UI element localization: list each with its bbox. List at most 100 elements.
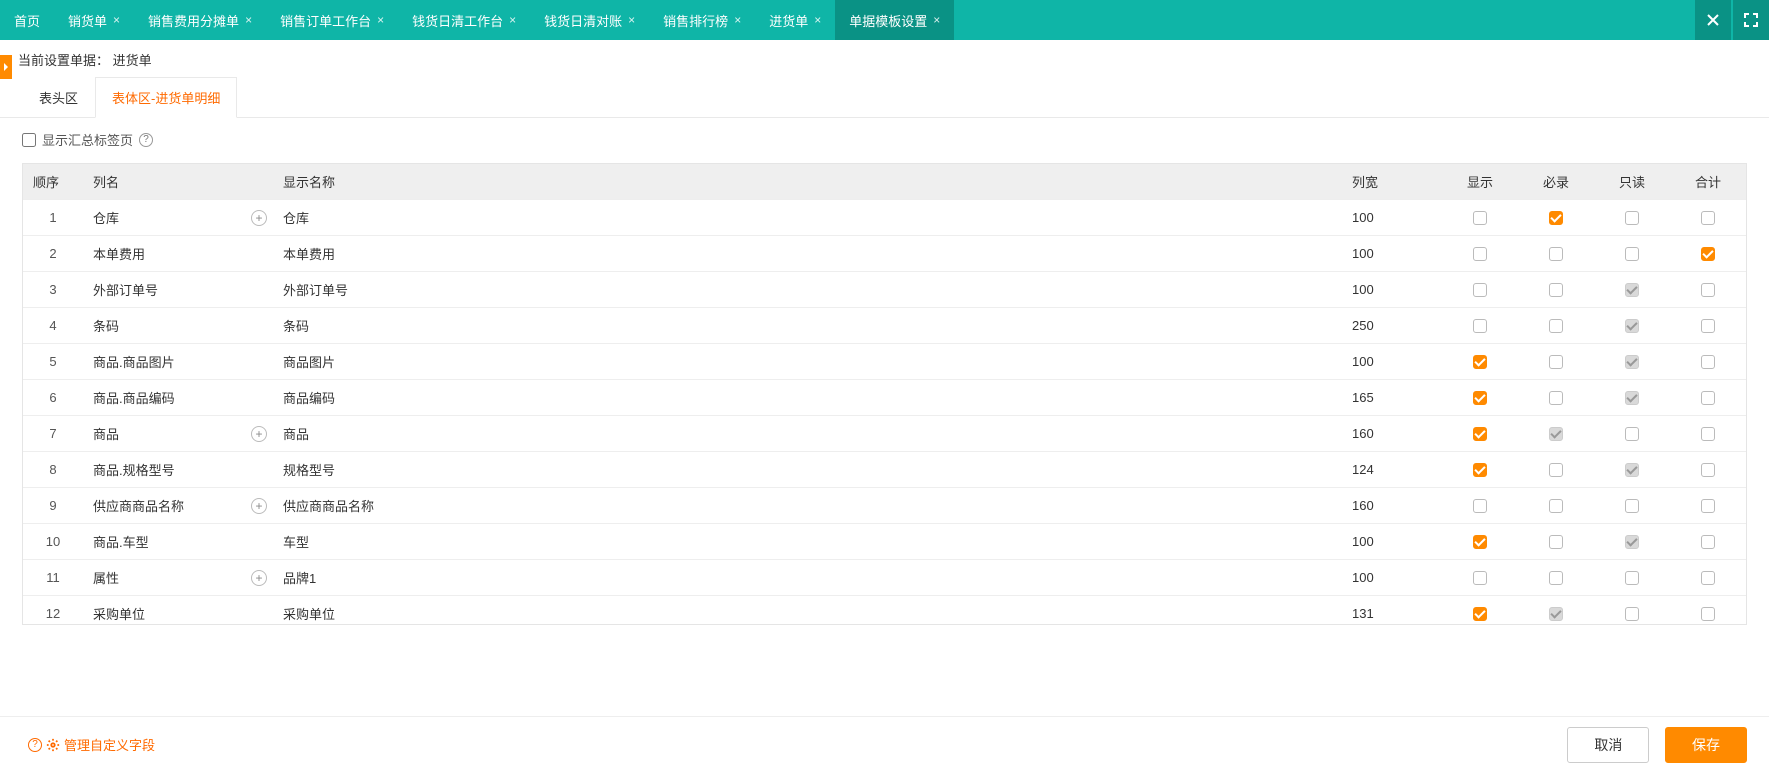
readonly-checkbox[interactable] [1625, 499, 1639, 513]
readonly-checkbox[interactable] [1625, 571, 1639, 585]
required-checkbox[interactable] [1549, 535, 1563, 549]
show-checkbox[interactable] [1473, 283, 1487, 297]
total-checkbox[interactable] [1701, 211, 1715, 225]
cell-width[interactable]: 165 [1342, 380, 1442, 416]
show-checkbox[interactable] [1473, 535, 1487, 549]
close-icon[interactable]: × [113, 13, 120, 27]
table-row[interactable]: 11属性+品牌1100 [23, 560, 1746, 596]
show-checkbox[interactable] [1473, 319, 1487, 333]
total-checkbox[interactable] [1701, 319, 1715, 333]
fullscreen-button[interactable] [1733, 0, 1769, 40]
close-icon[interactable]: × [814, 13, 821, 27]
cell-width[interactable]: 160 [1342, 416, 1442, 452]
cell-display-name[interactable]: 本单费用 [273, 236, 1342, 272]
table-row[interactable]: 2本单费用本单费用100 [23, 236, 1746, 272]
total-checkbox[interactable] [1701, 283, 1715, 297]
show-checkbox[interactable] [1473, 499, 1487, 513]
nav-tab[interactable]: 首页 [0, 0, 54, 40]
readonly-checkbox[interactable] [1625, 427, 1639, 441]
help-icon[interactable]: ? [139, 133, 153, 147]
cell-display-name[interactable]: 车型 [273, 524, 1342, 560]
cell-width[interactable]: 124 [1342, 452, 1442, 488]
cell-display-name[interactable]: 规格型号 [273, 452, 1342, 488]
close-icon[interactable]: × [245, 13, 252, 27]
show-checkbox[interactable] [1473, 571, 1487, 585]
total-checkbox[interactable] [1701, 247, 1715, 261]
sub-tab[interactable]: 表头区 [22, 77, 95, 118]
show-checkbox[interactable] [1473, 463, 1487, 477]
required-checkbox[interactable] [1549, 283, 1563, 297]
readonly-checkbox[interactable] [1625, 247, 1639, 261]
close-icon[interactable]: × [377, 13, 384, 27]
nav-tab[interactable]: 钱货日清对账× [530, 0, 649, 40]
close-icon[interactable]: × [509, 13, 516, 27]
nav-tab[interactable]: 销货单× [54, 0, 134, 40]
required-checkbox[interactable] [1549, 499, 1563, 513]
cell-width[interactable]: 100 [1342, 524, 1442, 560]
nav-tab[interactable]: 销售费用分摊单× [134, 0, 266, 40]
cell-display-name[interactable]: 条码 [273, 308, 1342, 344]
readonly-checkbox[interactable] [1625, 211, 1639, 225]
total-checkbox[interactable] [1701, 607, 1715, 621]
close-icon[interactable]: × [734, 13, 741, 27]
table-row[interactable]: 6商品.商品编码商品编码165 [23, 380, 1746, 416]
cell-display-name[interactable]: 品牌1 [273, 560, 1342, 596]
show-checkbox[interactable] [1473, 607, 1487, 621]
cell-width[interactable]: 100 [1342, 560, 1442, 596]
table-row[interactable]: 5商品.商品图片商品图片100 [23, 344, 1746, 380]
total-checkbox[interactable] [1701, 463, 1715, 477]
manage-custom-fields-link[interactable]: ? 管理自定义字段 [22, 735, 155, 754]
add-icon[interactable]: + [251, 570, 267, 586]
required-checkbox[interactable] [1549, 391, 1563, 405]
cell-width[interactable]: 100 [1342, 200, 1442, 236]
cell-width[interactable]: 100 [1342, 236, 1442, 272]
required-checkbox[interactable] [1549, 211, 1563, 225]
required-checkbox[interactable] [1549, 355, 1563, 369]
cancel-button[interactable]: 取消 [1567, 727, 1649, 763]
total-checkbox[interactable] [1701, 355, 1715, 369]
total-checkbox[interactable] [1701, 535, 1715, 549]
required-checkbox[interactable] [1549, 319, 1563, 333]
nav-tab[interactable]: 进货单× [755, 0, 835, 40]
add-icon[interactable]: + [251, 498, 267, 514]
add-icon[interactable]: + [251, 210, 267, 226]
show-checkbox[interactable] [1473, 427, 1487, 441]
table-row[interactable]: 8商品.规格型号规格型号124 [23, 452, 1746, 488]
table-row[interactable]: 12采购单位采购单位131 [23, 596, 1746, 625]
cell-width[interactable]: 250 [1342, 308, 1442, 344]
cell-display-name[interactable]: 外部订单号 [273, 272, 1342, 308]
save-button[interactable]: 保存 [1665, 727, 1747, 763]
total-checkbox[interactable] [1701, 391, 1715, 405]
required-checkbox[interactable] [1549, 571, 1563, 585]
table-row[interactable]: 7商品+商品160 [23, 416, 1746, 452]
table-row[interactable]: 9供应商商品名称+供应商商品名称160 [23, 488, 1746, 524]
cell-width[interactable]: 100 [1342, 344, 1442, 380]
sub-tab[interactable]: 表体区-进货单明细 [95, 77, 237, 118]
sidebar-expand-handle[interactable] [0, 55, 12, 79]
cell-display-name[interactable]: 采购单位 [273, 596, 1342, 625]
total-checkbox[interactable] [1701, 571, 1715, 585]
nav-tab[interactable]: 钱货日清工作台× [398, 0, 530, 40]
nav-tab[interactable]: 单据模板设置× [835, 0, 954, 40]
required-checkbox[interactable] [1549, 247, 1563, 261]
table-scroll[interactable]: 顺序 列名 显示名称 列宽 显示 必录 只读 合计 1仓库+仓库1002本单费用… [23, 164, 1746, 624]
cell-width[interactable]: 131 [1342, 596, 1442, 625]
readonly-checkbox[interactable] [1625, 607, 1639, 621]
table-row[interactable]: 10商品.车型车型100 [23, 524, 1746, 560]
table-row[interactable]: 1仓库+仓库100 [23, 200, 1746, 236]
total-checkbox[interactable] [1701, 427, 1715, 441]
show-checkbox[interactable] [1473, 247, 1487, 261]
cell-width[interactable]: 160 [1342, 488, 1442, 524]
cell-display-name[interactable]: 商品编码 [273, 380, 1342, 416]
close-icon[interactable]: × [933, 13, 940, 27]
close-icon[interactable]: × [628, 13, 635, 27]
show-checkbox[interactable] [1473, 211, 1487, 225]
cell-display-name[interactable]: 仓库 [273, 200, 1342, 236]
cell-width[interactable]: 100 [1342, 272, 1442, 308]
total-checkbox[interactable] [1701, 499, 1715, 513]
nav-tab[interactable]: 销售排行榜× [649, 0, 755, 40]
cell-display-name[interactable]: 供应商商品名称 [273, 488, 1342, 524]
nav-tab[interactable]: 销售订单工作台× [266, 0, 398, 40]
add-icon[interactable]: + [251, 426, 267, 442]
table-row[interactable]: 3外部订单号外部订单号100 [23, 272, 1746, 308]
